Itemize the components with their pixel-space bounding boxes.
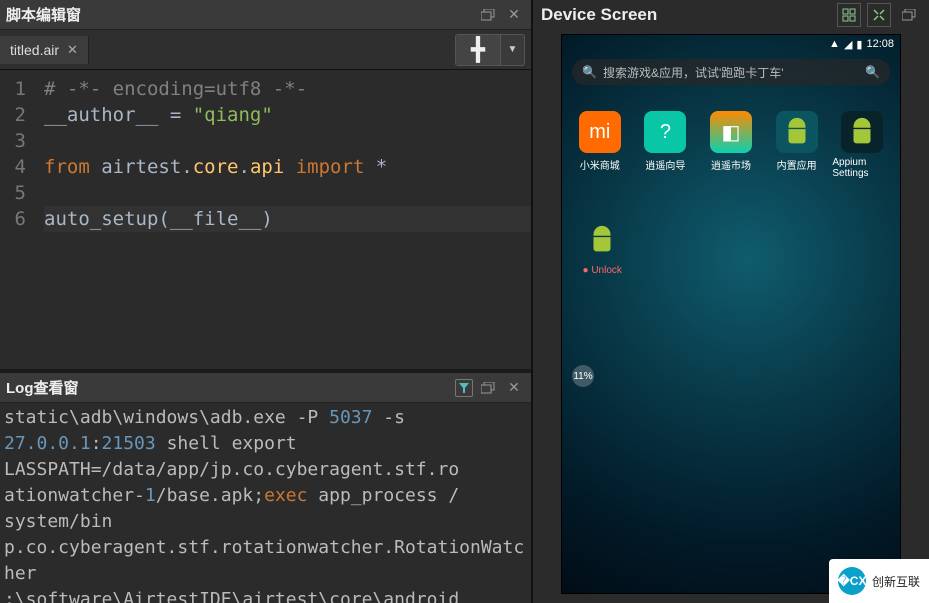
battery-icon: ▮ <box>856 38 862 51</box>
editor-panel-title: 脚本编辑窗 <box>6 4 473 25</box>
watermark: �CX 创新互联 <box>829 559 929 603</box>
device-search-bar[interactable]: 🔍 搜索游戏&应用，试试'跑跑卡丁车' 🔍 <box>572 59 890 85</box>
code-editor[interactable]: 1 2 3 4 5 6 # -*- encoding=utf8 -*- __au… <box>0 70 531 369</box>
device-panel-title: Device Screen <box>541 5 831 25</box>
close-icon[interactable]: ✕ <box>503 377 525 399</box>
status-bar: ▲ ◢ ▮ 12:08 <box>562 35 900 53</box>
log-panel-title: Log查看窗 <box>6 377 451 398</box>
restore-icon[interactable] <box>477 4 499 26</box>
signal-icon: ◢ <box>844 38 852 51</box>
floating-badge[interactable]: 11% <box>572 365 594 387</box>
app-grid-row1: mi 小米商城 ? 逍遥向导 ◧ 逍遥市场 内置应用 App <box>562 91 900 179</box>
wifi-icon: ▲ <box>829 38 840 50</box>
editor-tabbar: titled.air ✕ ╋ ▼ <box>0 30 531 70</box>
device-tools-icon[interactable] <box>867 3 891 27</box>
app-xiaoyao-guide[interactable]: ? 逍遥向导 <box>636 111 696 179</box>
log-output[interactable]: static\adb\windows\adb.exe -P 5037 -s 27… <box>0 403 531 603</box>
line-gutter: 1 2 3 4 5 6 <box>0 70 36 369</box>
tab-close-icon[interactable]: ✕ <box>67 42 78 58</box>
search-placeholder: 搜索游戏&应用，试试'跑跑卡丁车' <box>603 64 784 81</box>
device-screen[interactable]: ▲ ◢ ▮ 12:08 🔍 搜索游戏&应用，试试'跑跑卡丁车' 🔍 mi 小米商… <box>561 34 901 594</box>
new-tab-button[interactable]: ╋ <box>456 35 500 65</box>
watermark-logo-icon: �CX <box>838 567 866 595</box>
app-unlock[interactable]: ● Unlock <box>570 219 634 276</box>
app-xiaoyao-market[interactable]: ◧ 逍遥市场 <box>701 111 761 179</box>
watermark-label: 创新互联 <box>872 573 920 590</box>
app-appium-settings[interactable]: Appium Settings <box>832 111 892 179</box>
device-panel-header: Device Screen <box>533 0 929 30</box>
editor-tab-label: titled.air <box>10 42 59 58</box>
app-builtin[interactable]: 内置应用 <box>767 111 827 179</box>
close-icon[interactable]: ✕ <box>503 4 525 26</box>
restore-icon[interactable] <box>897 3 921 27</box>
app-xiaomi-mall[interactable]: mi 小米商城 <box>570 111 630 179</box>
editor-panel-header: 脚本编辑窗 ✕ <box>0 0 531 30</box>
search-icon: 🔍 <box>582 65 597 79</box>
search-go-icon[interactable]: 🔍 <box>865 65 880 79</box>
status-time: 12:08 <box>866 38 894 50</box>
device-grid-icon[interactable] <box>837 3 861 27</box>
app-grid-row2: ● Unlock <box>562 179 900 276</box>
editor-tab[interactable]: titled.air ✕ <box>0 36 89 64</box>
code-body[interactable]: # -*- encoding=utf8 -*- __author__ = "qi… <box>36 70 531 369</box>
restore-icon[interactable] <box>477 377 499 399</box>
log-panel-header: Log查看窗 ✕ <box>0 373 531 403</box>
log-filter-icon[interactable] <box>455 379 473 397</box>
new-tab-dropdown-icon[interactable]: ▼ <box>500 35 524 65</box>
